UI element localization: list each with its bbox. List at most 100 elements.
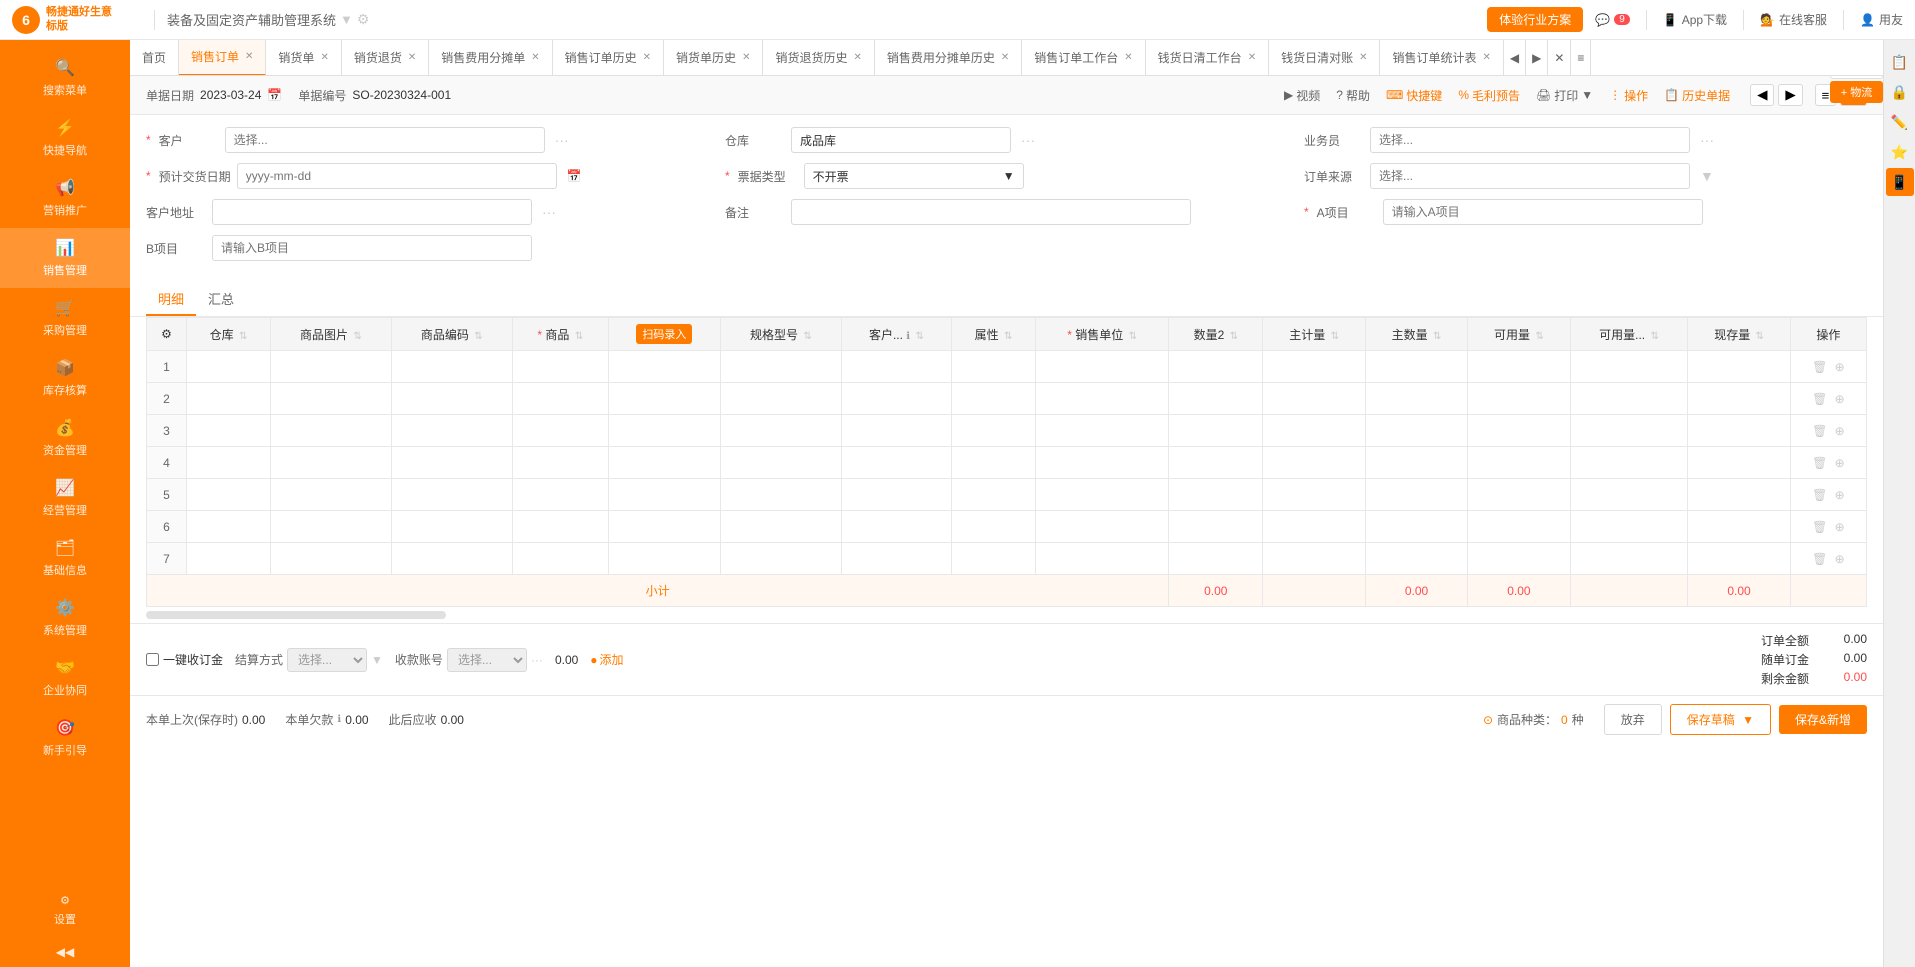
row-spec[interactable] [720,383,841,415]
row-unit[interactable] [1036,447,1169,479]
order-source-input[interactable] [1370,163,1690,189]
customer-input[interactable] [225,127,545,153]
profit-btn[interactable]: % 毛利预告 [1454,85,1524,106]
row-customer-code[interactable] [841,447,951,479]
setting-right-btn[interactable]: ⚙ 设置 [1830,76,1883,79]
row-attr[interactable] [952,351,1036,383]
tab-nav-next[interactable]: ▶ [1526,40,1548,76]
b-project-input[interactable] [212,235,532,261]
tab-home[interactable]: 首页 [130,40,179,76]
copy-icon[interactable]: ⊕ [1835,520,1845,534]
row-stock-qty[interactable] [1688,415,1790,447]
order-source-dropdown-icon[interactable]: ▼ [1700,168,1714,184]
row-warehouse[interactable] [187,415,271,447]
tab-sales-ship[interactable]: 销货单 ✕ [266,40,341,76]
row-qty2[interactable] [1169,351,1263,383]
row-avail-qty[interactable] [1468,415,1570,447]
row-main-unit[interactable] [1263,351,1365,383]
save-draft-dropdown-icon[interactable]: ▼ [1742,713,1754,727]
row-spec[interactable] [720,511,841,543]
row-unit[interactable] [1036,511,1169,543]
close-icon[interactable]: ✕ [643,52,651,63]
row-main-qty[interactable] [1365,543,1467,575]
warehouse-more-icon[interactable]: ··· [1021,132,1035,148]
row-main-qty[interactable] [1365,351,1467,383]
row-unit[interactable] [1036,543,1169,575]
print-btn[interactable]: 🖨 打印 ▼ [1532,85,1597,106]
right-panel-star-icon[interactable]: ⭐ [1886,138,1914,166]
row-code[interactable] [391,351,512,383]
row-image[interactable] [271,479,392,511]
scan-button[interactable]: 扫码录入 [636,324,692,344]
right-panel-edit-icon[interactable]: ✏️ [1886,108,1914,136]
info-icon[interactable]: ℹ [906,331,910,342]
row-unit[interactable] [1036,351,1169,383]
sidebar-item-base[interactable]: 🗂 基础信息 [0,528,130,588]
row-stock-qty[interactable] [1688,447,1790,479]
close-icon[interactable]: ✕ [1248,52,1256,63]
close-icon[interactable]: ✕ [320,52,328,63]
row-avail-qty2[interactable] [1570,415,1688,447]
row-unit[interactable] [1036,383,1169,415]
customer-more-icon[interactable]: ··· [555,132,569,148]
row-main-unit[interactable] [1263,447,1365,479]
row-stock-qty[interactable] [1688,543,1790,575]
sidebar-item-purchase[interactable]: 🛒 采购管理 [0,288,130,348]
row-code[interactable] [391,479,512,511]
user-menu[interactable]: 👤 用友 [1860,11,1903,28]
row-unit[interactable] [1036,479,1169,511]
logistics-right-btn[interactable]: + 物流 [1830,81,1883,103]
industry-button[interactable]: 体验行业方案 [1487,7,1583,32]
copy-icon[interactable]: ⊕ [1835,424,1845,438]
right-panel-mobile-icon[interactable]: 📱 [1886,168,1914,196]
nav-next-btn[interactable]: ▶ [1778,84,1802,106]
row-warehouse[interactable] [187,511,271,543]
message-icon[interactable]: 💬 9 [1595,13,1630,27]
sidebar-settings[interactable]: ⚙ 设置 [0,884,130,937]
delete-icon[interactable]: 🗑 [1812,552,1827,566]
row-main-qty[interactable] [1365,511,1467,543]
row-spec[interactable] [720,415,841,447]
row-attr[interactable] [952,511,1036,543]
row-customer-code[interactable] [841,351,951,383]
tab-cash-goods-reconcile[interactable]: 钱货日清对账 ✕ [1269,40,1380,76]
nav-prev-btn[interactable]: ◀ [1750,84,1774,106]
row-spec[interactable] [720,351,841,383]
close-icon[interactable]: ✕ [742,52,750,63]
sidebar-item-sales[interactable]: 📊 销售管理 [0,228,130,288]
sidebar-item-corp[interactable]: 🤝 企业协同 [0,648,130,708]
row-code[interactable] [391,511,512,543]
row-main-unit[interactable] [1263,543,1365,575]
close-icon[interactable]: ✕ [1124,52,1132,63]
row-spec[interactable] [720,543,841,575]
operation-btn[interactable]: ⋮ 操作 [1605,85,1652,106]
method-dropdown-icon[interactable]: ▼ [371,653,383,667]
delete-icon[interactable]: 🗑 [1812,424,1827,438]
row-image[interactable] [271,511,392,543]
row-attr[interactable] [952,479,1036,511]
sort-icon[interactable]: ⇅ [1230,331,1238,342]
row-avail-qty[interactable] [1468,479,1570,511]
close-icon[interactable]: ✕ [408,52,416,63]
sort-icon[interactable]: ⇅ [353,331,361,342]
tab-nav-close[interactable]: ✕ [1548,40,1571,76]
row-avail-qty[interactable] [1468,543,1570,575]
row-main-qty[interactable] [1365,383,1467,415]
sidebar-item-operation[interactable]: 📈 经营管理 [0,468,130,528]
right-panel-doc-icon[interactable]: 📋 [1886,48,1914,76]
delivery-calendar-icon[interactable]: 📅 [567,169,582,183]
row-code[interactable] [391,447,512,479]
th-settings[interactable]: ⚙ [147,318,187,351]
staff-more-icon[interactable]: ··· [1700,132,1714,148]
sidebar-item-finance[interactable]: 💰 资金管理 [0,408,130,468]
tab-fee-hist[interactable]: 销售费用分摊单历史 ✕ [875,40,1022,76]
row-warehouse[interactable] [187,351,271,383]
horizontal-scrollbar[interactable] [146,611,446,619]
row-attr[interactable] [952,543,1036,575]
row-product[interactable] [512,415,608,447]
right-panel-lock-icon[interactable]: 🔒 [1886,78,1914,106]
row-image[interactable] [271,447,392,479]
row-qty2[interactable] [1169,479,1263,511]
copy-icon[interactable]: ⊕ [1835,456,1845,470]
sidebar-item-inventory[interactable]: 📦 库存核算 [0,348,130,408]
